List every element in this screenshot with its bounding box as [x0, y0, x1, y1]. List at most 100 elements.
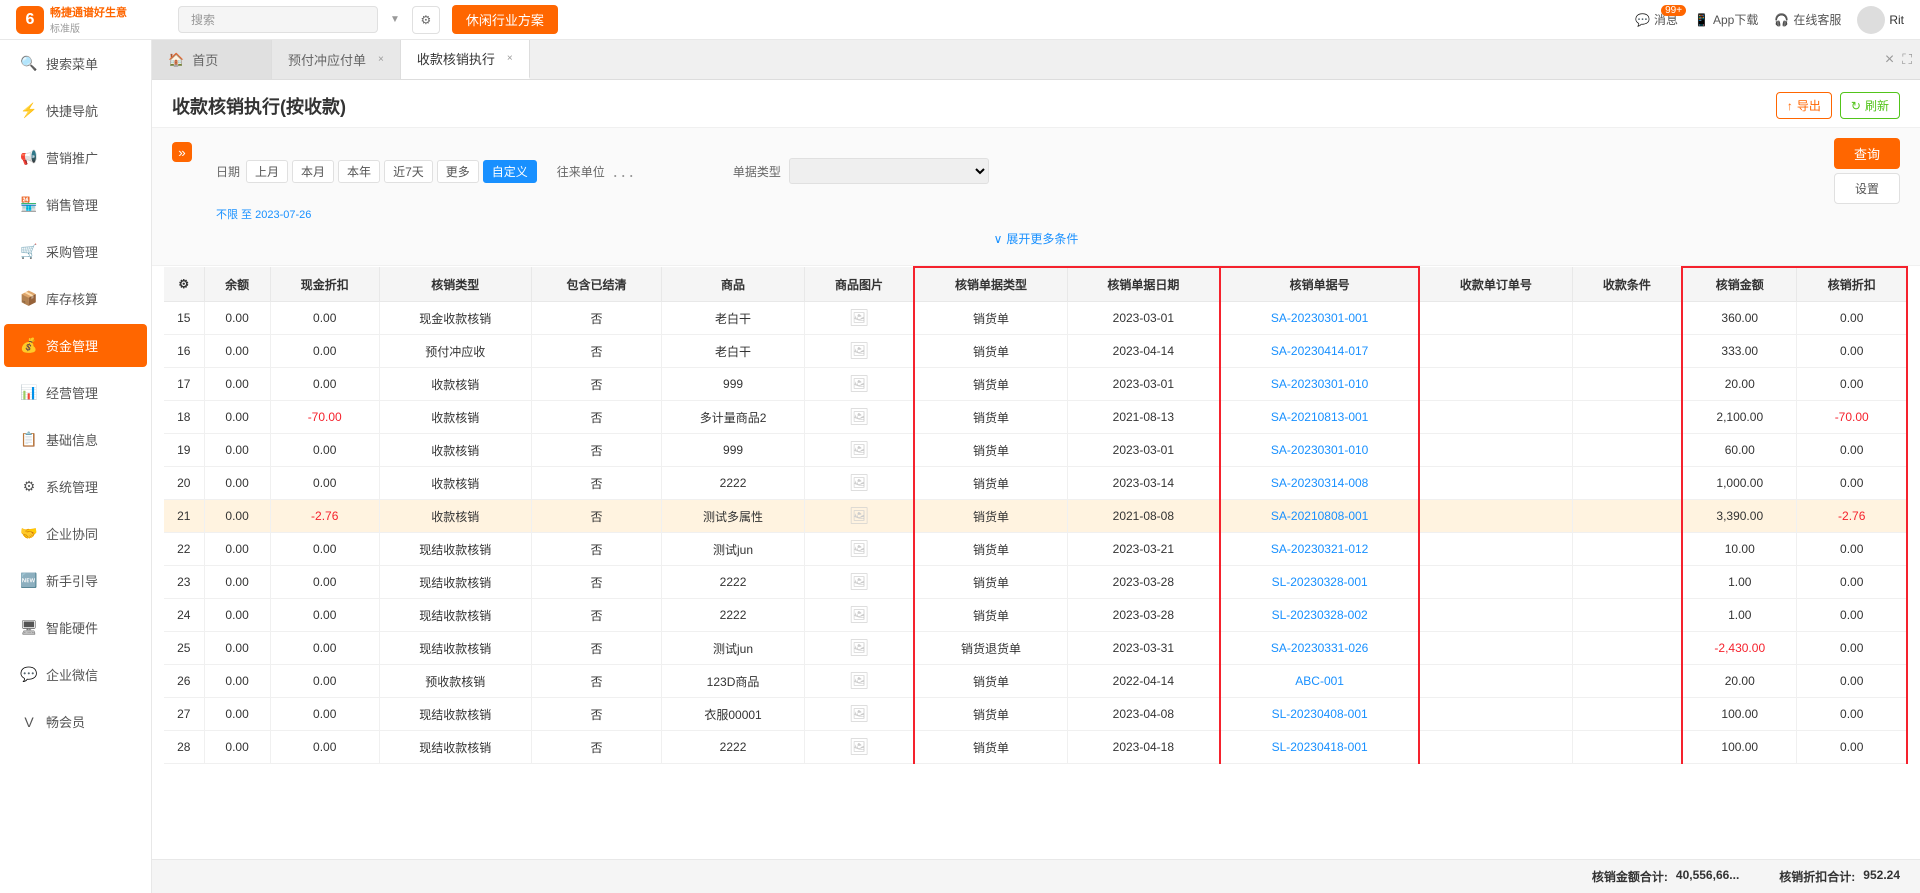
operation-icon: 📊 — [20, 384, 38, 402]
sidebar-item-hardware[interactable]: 🖥 智能硬件 — [4, 606, 147, 649]
cell-collection-condition — [1572, 335, 1682, 368]
cell-collection-order — [1419, 698, 1572, 731]
app-download-btn[interactable]: 📱 App下载 — [1694, 11, 1758, 28]
filter-this-month[interactable]: 本月 — [292, 160, 334, 183]
cell-bill-date: 2023-04-18 — [1067, 731, 1220, 764]
filter-more[interactable]: 更多 — [437, 160, 479, 183]
tab-fullscreen-icon[interactable]: ⛶ — [1902, 51, 1912, 68]
user-avatar — [1857, 6, 1885, 34]
sidebar-item-search[interactable]: 🔍 搜索菜单 — [4, 42, 147, 85]
cell-bill-date: 2023-03-01 — [1067, 368, 1220, 401]
sidebar-item-guide[interactable]: 🆕 新手引导 — [4, 559, 147, 602]
sidebar-item-wechat[interactable]: 💬 企业微信 — [4, 653, 147, 696]
cell-product-img: 🖼 — [804, 665, 914, 698]
cell-include-settled: 否 — [531, 467, 662, 500]
cell-bill-no[interactable]: SA-20230331-026 — [1220, 632, 1419, 665]
filter-this-year[interactable]: 本年 — [338, 160, 380, 183]
cell-bill-no[interactable]: SA-20210808-001 — [1220, 500, 1419, 533]
query-button[interactable]: 查询 — [1834, 138, 1900, 169]
main-content: 🏠 首页 预付冲应付单 × 收款核销执行 × × ⛶ 收款核销执行(按收款) ↑… — [152, 40, 1920, 893]
cell-bill-type: 销货单 — [914, 698, 1067, 731]
sidebar-item-sales[interactable]: 🏪 销售管理 — [4, 183, 147, 226]
cell-bill-no[interactable]: SA-20230301-001 — [1220, 302, 1419, 335]
user-area[interactable]: Rit — [1857, 6, 1904, 34]
table-wrapper[interactable]: ⚙ 余额 现金折扣 核销类型 包含已结清 商品 商品图片 核销单据类型 核销单据… — [152, 266, 1920, 859]
cell-verify-amount: 60.00 — [1682, 434, 1797, 467]
export-button[interactable]: ↑ 导出 — [1776, 92, 1832, 119]
sidebar-item-operation[interactable]: 📊 经营管理 — [4, 371, 147, 414]
cell-bill-date: 2023-03-21 — [1067, 533, 1220, 566]
cell-bill-no[interactable]: SA-20230321-012 — [1220, 533, 1419, 566]
tab-prepay-close[interactable]: × — [378, 54, 384, 65]
column-settings-icon[interactable]: ⚙ — [178, 277, 189, 291]
industry-btn[interactable]: 休闲行业方案 — [452, 5, 558, 34]
tab-home[interactable]: 🏠 首页 — [152, 40, 272, 79]
search-icon: 🔍 — [20, 55, 38, 73]
sidebar-item-purchase[interactable]: 🛒 采购管理 — [4, 230, 147, 273]
sidebar-item-enterprise[interactable]: 🤝 企业协同 — [4, 512, 147, 555]
filter-last-month[interactable]: 上月 — [246, 160, 288, 183]
cell-bill-no[interactable]: SA-20230301-010 — [1220, 434, 1419, 467]
filter-7days[interactable]: 近7天 — [384, 160, 433, 183]
filter-collapse-btn[interactable]: » — [172, 142, 192, 162]
cell-no: 21 — [164, 500, 204, 533]
col-header-product-img: 商品图片 — [804, 267, 914, 302]
col-header-collection-condition: 收款条件 — [1572, 267, 1682, 302]
cell-verify-amount: 20.00 — [1682, 665, 1797, 698]
col-header-include-settled: 包含已结清 — [531, 267, 662, 302]
cell-product: 999 — [662, 368, 804, 401]
sidebar-item-shortcut[interactable]: ⚡ 快捷导航 — [4, 89, 147, 132]
cell-verify-type: 现结收款核销 — [379, 731, 531, 764]
sidebar-item-member[interactable]: V 畅会员 — [4, 700, 147, 743]
cell-bill-no[interactable]: SL-20230418-001 — [1220, 731, 1419, 764]
table-footer: 核销金额合计: 40,556,66... 核销折扣合计: 952.24 — [152, 859, 1920, 893]
setting-button[interactable]: 设置 — [1834, 173, 1900, 204]
cell-product-img: 🖼 — [804, 698, 914, 731]
cell-bill-type: 销货单 — [914, 467, 1067, 500]
sidebar-item-system[interactable]: ⚙ 系统管理 — [4, 465, 147, 508]
filter-custom[interactable]: 自定义 — [483, 160, 537, 183]
cell-bill-no[interactable]: SA-20210813-001 — [1220, 401, 1419, 434]
sidebar-item-marketing[interactable]: 📢 营销推广 — [4, 136, 147, 179]
settings-gear-icon[interactable]: ⚙ — [412, 6, 440, 34]
cell-bill-no[interactable]: SA-20230314-008 — [1220, 467, 1419, 500]
sidebar-item-inventory[interactable]: 📦 库存核算 — [4, 277, 147, 320]
col-header-gear[interactable]: ⚙ — [164, 267, 204, 302]
cell-cash-discount: 0.00 — [270, 665, 379, 698]
member-icon: V — [20, 713, 38, 731]
data-table: ⚙ 余额 现金折扣 核销类型 包含已结清 商品 商品图片 核销单据类型 核销单据… — [164, 266, 1908, 764]
cell-collection-condition — [1572, 599, 1682, 632]
expand-more-btn[interactable]: ∨ 展开更多条件 — [994, 230, 1079, 247]
cell-bill-no[interactable]: SL-20230408-001 — [1220, 698, 1419, 731]
date-hint: 不限 至 2023-07-26 — [216, 206, 1900, 222]
sidebar-item-base[interactable]: 📋 基础信息 — [4, 418, 147, 461]
cell-collection-condition — [1572, 368, 1682, 401]
message-btn[interactable]: 💬 消息 99+ — [1635, 11, 1678, 28]
cell-product-img: 🖼 — [804, 500, 914, 533]
tab-collection-close[interactable]: × — [507, 53, 513, 64]
cell-no: 28 — [164, 731, 204, 764]
refresh-button[interactable]: ↻ 刷新 — [1840, 92, 1900, 119]
cell-bill-no[interactable]: ABC-001 — [1220, 665, 1419, 698]
tab-prepay[interactable]: 预付冲应付单 × — [272, 40, 401, 79]
cell-collection-order — [1419, 302, 1572, 335]
cell-bill-no[interactable]: SA-20230414-017 — [1220, 335, 1419, 368]
dropdown-arrow-icon[interactable]: ▼ — [390, 14, 400, 25]
cell-product: 测试jun — [662, 533, 804, 566]
tab-close-all-icon[interactable]: × — [1885, 51, 1894, 69]
cell-bill-no[interactable]: SL-20230328-001 — [1220, 566, 1419, 599]
cell-bill-no[interactable]: SL-20230328-002 — [1220, 599, 1419, 632]
cell-product: 2222 — [662, 467, 804, 500]
cell-balance: 0.00 — [204, 401, 270, 434]
logo-icon: 6 — [16, 6, 44, 34]
online-service-btn[interactable]: 🎧 在线客服 — [1774, 11, 1841, 28]
search-box[interactable]: 搜索 — [178, 6, 378, 33]
cell-include-settled: 否 — [531, 335, 662, 368]
cell-no: 16 — [164, 335, 204, 368]
col-header-bill-no: 核销单据号 — [1220, 267, 1419, 302]
cell-bill-no[interactable]: SA-20230301-010 — [1220, 368, 1419, 401]
tab-collection[interactable]: 收款核销执行 × — [401, 40, 530, 79]
sidebar-item-finance[interactable]: 💰 资金管理 — [4, 324, 147, 367]
cell-cash-discount: 0.00 — [270, 368, 379, 401]
bill-type-select[interactable] — [789, 158, 989, 184]
